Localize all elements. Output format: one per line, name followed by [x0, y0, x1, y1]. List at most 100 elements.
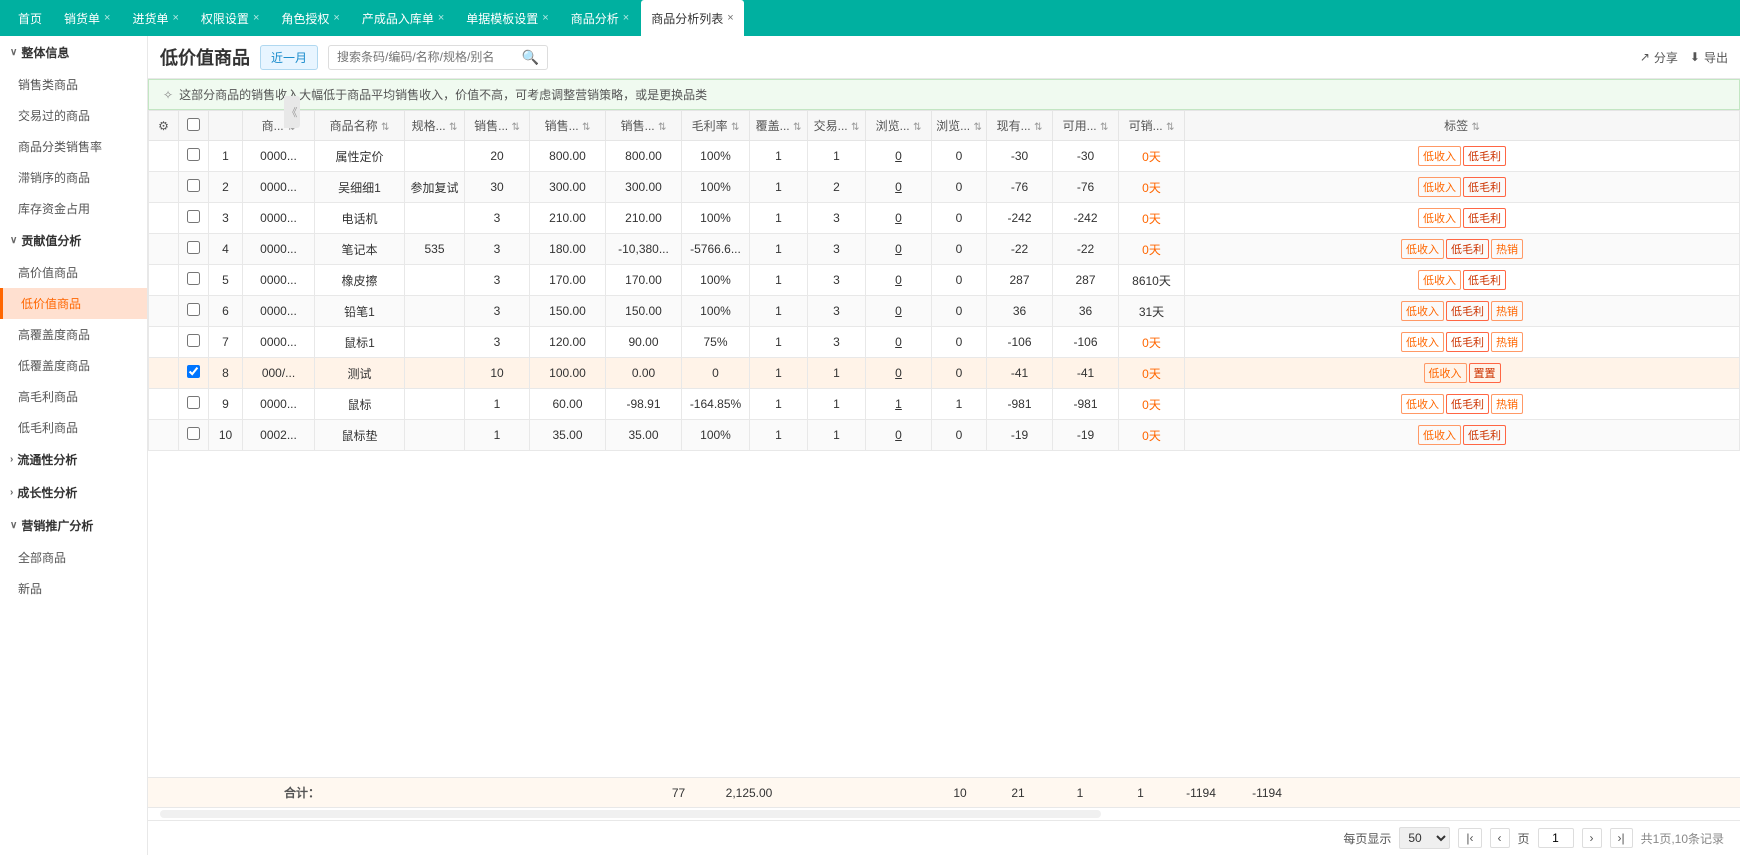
- cell-checkbox[interactable]: [179, 389, 209, 420]
- sidebar-item-slow-moving[interactable]: 滞销序的商品: [0, 162, 147, 193]
- cell-checkbox[interactable]: [179, 265, 209, 296]
- col-spec[interactable]: 规格... ⇅: [405, 111, 465, 141]
- first-page-button[interactable]: |‹: [1458, 828, 1481, 848]
- col-sales-qty[interactable]: 销售... ⇅: [465, 111, 530, 141]
- sidebar-group-contribution[interactable]: ∨ 贡献值分析: [0, 224, 147, 257]
- sidebar-item-high-value[interactable]: 高价值商品: [0, 257, 147, 288]
- cell-checkbox[interactable]: [179, 420, 209, 451]
- nav-close-template[interactable]: ×: [542, 12, 548, 24]
- sidebar-group-marketing[interactable]: ∨ 营销推广分析: [0, 509, 147, 542]
- col-current-stock[interactable]: 现有... ⇅: [987, 111, 1053, 141]
- sidebar-item-category-rate[interactable]: 商品分类销售率: [0, 131, 147, 162]
- col-sales-profit[interactable]: 销售... ⇅: [606, 111, 682, 141]
- col-name[interactable]: 商品名称 ⇅: [315, 111, 405, 141]
- browse1-link[interactable]: 1: [895, 397, 902, 411]
- filter-period-button[interactable]: 近一月: [260, 45, 318, 70]
- col-browse1[interactable]: 浏览... ⇅: [866, 111, 932, 141]
- export-button[interactable]: ⬇ 导出: [1690, 49, 1728, 66]
- row-checkbox[interactable]: [187, 334, 200, 347]
- sidebar-group-overall[interactable]: ∨ 整体信息: [0, 36, 147, 69]
- nav-close-permission[interactable]: ×: [253, 12, 259, 24]
- browse1-link[interactable]: 0: [895, 366, 902, 380]
- nav-home[interactable]: 首页: [8, 0, 52, 36]
- page-size-select[interactable]: 50 100: [1399, 827, 1450, 849]
- cell-browse1[interactable]: 0: [866, 265, 932, 296]
- cell-checkbox[interactable]: [179, 203, 209, 234]
- sidebar-item-inventory-funds[interactable]: 库存资金占用: [0, 193, 147, 224]
- cell-checkbox[interactable]: [179, 327, 209, 358]
- row-checkbox[interactable]: [187, 365, 200, 378]
- row-checkbox[interactable]: [187, 179, 200, 192]
- browse1-link[interactable]: 0: [895, 304, 902, 318]
- share-button[interactable]: ↗ 分享: [1640, 49, 1678, 66]
- nav-role[interactable]: 角色授权 ×: [271, 0, 349, 36]
- nav-product-in[interactable]: 产成品入库单 ×: [352, 0, 454, 36]
- sidebar-item-high-profit[interactable]: 高毛利商品: [0, 381, 147, 412]
- browse1-link[interactable]: 0: [895, 273, 902, 287]
- cell-checkbox[interactable]: [179, 358, 209, 389]
- row-checkbox[interactable]: [187, 272, 200, 285]
- last-page-button[interactable]: ›|: [1610, 828, 1633, 848]
- select-all-checkbox[interactable]: [187, 118, 200, 131]
- cell-browse1[interactable]: 0: [866, 327, 932, 358]
- sidebar-group-liquidity[interactable]: › 流通性分析: [0, 443, 147, 476]
- browse1-link[interactable]: 0: [895, 180, 902, 194]
- nav-purchase[interactable]: 进货单 ×: [122, 0, 188, 36]
- sidebar-item-traded-goods[interactable]: 交易过的商品: [0, 100, 147, 131]
- col-checkbox[interactable]: [179, 111, 209, 141]
- nav-close-role[interactable]: ×: [333, 12, 339, 24]
- cell-browse1[interactable]: 0: [866, 234, 932, 265]
- col-sellable[interactable]: 可销... ⇅: [1119, 111, 1185, 141]
- col-sales-amount[interactable]: 销售... ⇅: [530, 111, 606, 141]
- cell-browse1[interactable]: 1: [866, 389, 932, 420]
- col-code[interactable]: 商... ⇅: [243, 111, 315, 141]
- nav-close-purchase[interactable]: ×: [172, 12, 178, 24]
- col-transaction[interactable]: 交易... ⇅: [808, 111, 866, 141]
- sidebar-item-low-value[interactable]: 低价值商品: [0, 288, 147, 319]
- nav-template[interactable]: 单据模板设置 ×: [456, 0, 558, 36]
- page-number-input[interactable]: [1538, 828, 1574, 848]
- sidebar-group-growth[interactable]: › 成长性分析: [0, 476, 147, 509]
- cell-browse1[interactable]: 0: [866, 203, 932, 234]
- search-icon[interactable]: 🔍: [522, 49, 539, 66]
- cell-checkbox[interactable]: [179, 141, 209, 172]
- col-coverage[interactable]: 覆盖... ⇅: [750, 111, 808, 141]
- cell-browse1[interactable]: 0: [866, 420, 932, 451]
- nav-analysis[interactable]: 商品分析 ×: [561, 0, 639, 36]
- sidebar-item-all-goods[interactable]: 全部商品: [0, 542, 147, 573]
- row-checkbox[interactable]: [187, 148, 200, 161]
- nav-close-analysis[interactable]: ×: [623, 12, 629, 24]
- nav-close-analysis-list[interactable]: ×: [727, 12, 733, 24]
- col-tags[interactable]: 标签 ⇅: [1185, 111, 1740, 141]
- browse1-link[interactable]: 0: [895, 149, 902, 163]
- cell-browse1[interactable]: 0: [866, 172, 932, 203]
- cell-browse1[interactable]: 0: [866, 358, 932, 389]
- cell-checkbox[interactable]: [179, 234, 209, 265]
- prev-page-button[interactable]: ‹: [1490, 828, 1510, 848]
- nav-analysis-list[interactable]: 商品分析列表 ×: [641, 0, 743, 36]
- sidebar-item-high-coverage[interactable]: 高覆盖度商品: [0, 319, 147, 350]
- cell-browse1[interactable]: 0: [866, 296, 932, 327]
- browse1-link[interactable]: 0: [895, 335, 902, 349]
- sidebar-item-low-coverage[interactable]: 低覆盖度商品: [0, 350, 147, 381]
- row-checkbox[interactable]: [187, 396, 200, 409]
- search-input[interactable]: [337, 50, 516, 64]
- col-gross-margin[interactable]: 毛利率 ⇅: [682, 111, 750, 141]
- sidebar-item-new-goods[interactable]: 新品: [0, 573, 147, 604]
- sidebar-item-low-profit[interactable]: 低毛利商品: [0, 412, 147, 443]
- row-checkbox[interactable]: [187, 210, 200, 223]
- col-settings[interactable]: ⚙: [149, 111, 179, 141]
- next-page-button[interactable]: ›: [1582, 828, 1602, 848]
- nav-permission[interactable]: 权限设置 ×: [191, 0, 269, 36]
- col-available[interactable]: 可用... ⇅: [1053, 111, 1119, 141]
- nav-close-sales[interactable]: ×: [104, 12, 110, 24]
- cell-browse1[interactable]: 0: [866, 141, 932, 172]
- nav-close-product-in[interactable]: ×: [438, 12, 444, 24]
- sidebar-item-sales-goods[interactable]: 销售类商品: [0, 69, 147, 100]
- cell-checkbox[interactable]: [179, 172, 209, 203]
- browse1-link[interactable]: 0: [895, 428, 902, 442]
- row-checkbox[interactable]: [187, 303, 200, 316]
- row-checkbox[interactable]: [187, 427, 200, 440]
- sidebar-collapse-button[interactable]: 《: [284, 96, 300, 128]
- row-checkbox[interactable]: [187, 241, 200, 254]
